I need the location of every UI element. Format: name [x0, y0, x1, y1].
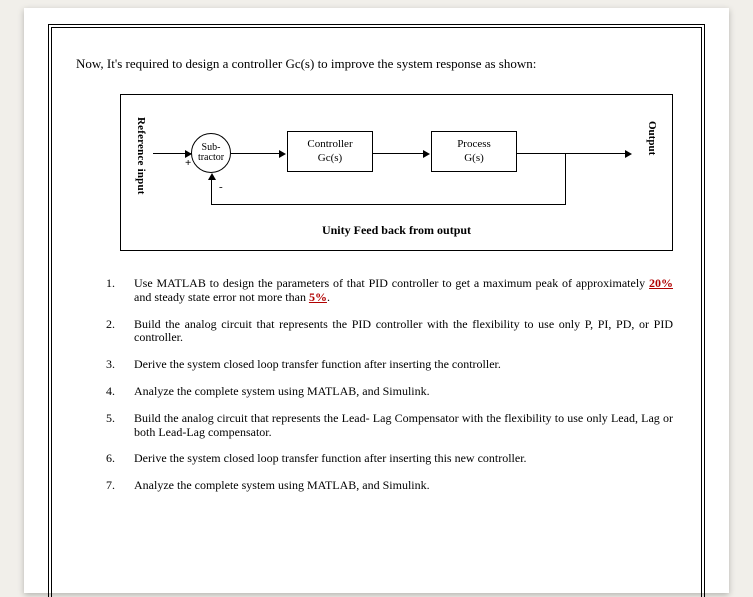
- task-list: 1. Use MATLAB to design the parameters o…: [106, 277, 673, 493]
- diagram-canvas: Reference input Output + Sub- tractor - …: [129, 109, 664, 213]
- subtractor-line2: tractor: [198, 153, 224, 164]
- item-text: Derive the system closed loop transfer f…: [134, 358, 673, 372]
- block-diagram: Reference input Output + Sub- tractor - …: [120, 94, 673, 251]
- item-number: 7.: [106, 479, 134, 493]
- page-frame: Now, It's required to design a controlle…: [48, 24, 705, 597]
- diagram-caption: Unity Feed back from output: [129, 223, 664, 238]
- arrow-line: [231, 153, 281, 154]
- list-item: 1. Use MATLAB to design the parameters o…: [106, 277, 673, 305]
- item-number: 5.: [106, 412, 134, 440]
- minus-sign: -: [219, 181, 223, 193]
- item-text: Build the analog circuit that represents…: [134, 412, 673, 440]
- item-number: 1.: [106, 277, 134, 305]
- item-text: Use MATLAB to design the parameters of t…: [134, 277, 673, 305]
- intro-text: Now, It's required to design a controlle…: [76, 56, 677, 72]
- item-text: Build the analog circuit that represents…: [134, 318, 673, 346]
- highlight-20: 20%: [649, 276, 673, 290]
- controller-title: Controller: [298, 137, 362, 151]
- process-block: Process G(s): [431, 131, 517, 172]
- controller-sub: Gc(s): [298, 151, 362, 165]
- item-text: Analyze the complete system using MATLAB…: [134, 385, 673, 399]
- controller-block: Controller Gc(s): [287, 131, 373, 172]
- item-number: 3.: [106, 358, 134, 372]
- list-item: 6. Derive the system closed loop transfe…: [106, 452, 673, 466]
- feedback-line: [211, 204, 566, 205]
- list-item: 2. Build the analog circuit that represe…: [106, 318, 673, 346]
- list-item: 4. Analyze the complete system using MAT…: [106, 385, 673, 399]
- feedback-line: [565, 153, 566, 205]
- list-item: 7. Analyze the complete system using MAT…: [106, 479, 673, 493]
- text-span: and steady state error not more than: [134, 290, 309, 304]
- reference-input-label: Reference input: [135, 117, 147, 195]
- highlight-5: 5%: [309, 290, 327, 304]
- arrow-line: [517, 153, 627, 154]
- arrowhead-icon: [279, 150, 286, 158]
- item-text: Derive the system closed loop transfer f…: [134, 452, 673, 466]
- subtractor-block: Sub- tractor: [191, 133, 231, 173]
- item-number: 6.: [106, 452, 134, 466]
- arrowhead-icon: [208, 173, 216, 180]
- process-title: Process: [442, 137, 506, 151]
- item-number: 2.: [106, 318, 134, 346]
- text-span: Use MATLAB to design the parameters of t…: [134, 276, 649, 290]
- feedback-line: [211, 179, 212, 205]
- list-item: 3. Derive the system closed loop transfe…: [106, 358, 673, 372]
- process-sub: G(s): [442, 151, 506, 165]
- list-item: 5. Build the analog circuit that represe…: [106, 412, 673, 440]
- output-label: Output: [646, 121, 658, 155]
- arrowhead-icon: [423, 150, 430, 158]
- item-number: 4.: [106, 385, 134, 399]
- item-text: Analyze the complete system using MATLAB…: [134, 479, 673, 493]
- document-page: Now, It's required to design a controlle…: [24, 8, 729, 593]
- plus-sign: +: [185, 157, 191, 169]
- text-span: .: [327, 290, 330, 304]
- arrow-line: [373, 153, 425, 154]
- arrowhead-icon: [625, 150, 632, 158]
